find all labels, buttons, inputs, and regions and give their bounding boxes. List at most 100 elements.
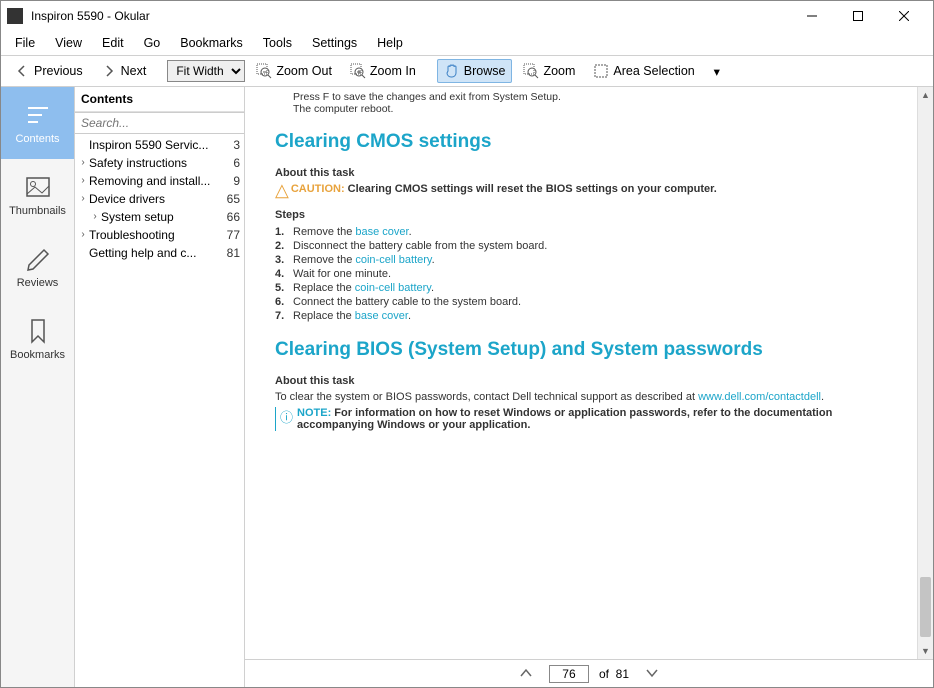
about-task-label: About this task: [275, 167, 895, 179]
zoom-out-button[interactable]: Zoom Out: [249, 59, 339, 83]
close-button[interactable]: [881, 1, 927, 31]
toc-item[interactable]: ›Troubleshooting77: [75, 226, 244, 244]
toc-item-page: 9: [218, 173, 240, 189]
app-icon: [7, 8, 23, 24]
menu-bookmarks[interactable]: Bookmarks: [170, 34, 253, 52]
contents-header: Contents: [75, 87, 244, 112]
rail-bookmarks[interactable]: Bookmarks: [1, 303, 74, 375]
page-down-button[interactable]: [639, 665, 665, 683]
chevron-left-icon: [14, 63, 30, 79]
document-page[interactable]: Press F to save the changes and exit fro…: [245, 87, 917, 659]
menu-help[interactable]: Help: [367, 34, 413, 52]
rail-contents-label: Contents: [15, 133, 59, 145]
expand-icon[interactable]: ›: [77, 173, 89, 189]
toc-item-page: 77: [218, 227, 240, 243]
scroll-up-arrow[interactable]: ▲: [918, 87, 933, 103]
table-of-contents: Inspiron 5590 Servic...3›Safety instruct…: [75, 134, 244, 687]
step-item: Wait for one minute.: [275, 267, 895, 281]
note-text: For information on how to reset Windows …: [297, 407, 832, 431]
rail-contents[interactable]: Contents: [1, 87, 74, 159]
chevron-right-icon: [101, 63, 117, 79]
next-button[interactable]: Next: [94, 59, 154, 83]
menu-go[interactable]: Go: [134, 34, 171, 52]
expand-icon[interactable]: ›: [77, 227, 89, 243]
caution-label: CAUTION:: [291, 183, 345, 195]
previous-label: Previous: [34, 64, 83, 78]
browse-button[interactable]: Browse: [437, 59, 513, 83]
previous-button[interactable]: Previous: [7, 59, 90, 83]
toc-item[interactable]: ›Device drivers65: [75, 190, 244, 208]
toc-item-page: 66: [218, 209, 240, 225]
page-of-label: of 81: [599, 667, 629, 681]
page-up-button[interactable]: [513, 665, 539, 683]
search-input[interactable]: [75, 112, 244, 134]
menu-settings[interactable]: Settings: [302, 34, 367, 52]
window-title: Inspiron 5590 - Okular: [31, 9, 789, 23]
selection-icon: [593, 63, 609, 79]
zoom-fit-select[interactable]: Fit Width: [167, 60, 245, 82]
contactdell-link[interactable]: www.dell.com/contactdell: [698, 391, 821, 403]
toc-item-page: 81: [218, 245, 240, 261]
maximize-button[interactable]: [835, 1, 881, 31]
menu-file[interactable]: File: [5, 34, 45, 52]
document-area: Press F to save the changes and exit fro…: [245, 87, 933, 687]
step-item: Replace the coin-cell battery.: [275, 281, 895, 295]
toc-item-label: Inspiron 5590 Servic...: [89, 137, 218, 153]
toolbar: Previous Next Fit Width Zoom Out Zoom In…: [1, 55, 933, 87]
main: Contents Thumbnails Reviews Bookmarks Co…: [1, 87, 933, 687]
step-item: Remove the coin-cell battery.: [275, 253, 895, 267]
zoom-icon: [523, 63, 539, 79]
page-number-input[interactable]: [549, 665, 589, 683]
vertical-scrollbar[interactable]: ▲ ▼: [917, 87, 933, 659]
toc-item[interactable]: Getting help and c...81: [75, 244, 244, 262]
search-box: [75, 112, 244, 134]
zoom-in-icon: [350, 63, 366, 79]
browse-label: Browse: [464, 64, 506, 78]
expand-icon[interactable]: ›: [77, 191, 89, 207]
area-selection-dropdown[interactable]: ▾: [706, 59, 728, 83]
caution-text: Clearing CMOS settings will reset the BI…: [345, 183, 717, 195]
contents-icon: [24, 101, 52, 129]
doc-link[interactable]: coin-cell battery: [355, 254, 431, 266]
toc-item[interactable]: ›Safety instructions6: [75, 154, 244, 172]
menu-edit[interactable]: Edit: [92, 34, 134, 52]
minimize-button[interactable]: [789, 1, 835, 31]
area-selection-button[interactable]: Area Selection: [586, 59, 701, 83]
rail-thumbnails-label: Thumbnails: [9, 205, 66, 217]
scroll-thumb[interactable]: [920, 577, 931, 637]
toc-item-label: System setup: [101, 209, 218, 225]
zoom-in-button[interactable]: Zoom In: [343, 59, 423, 83]
steps-label: Steps: [275, 209, 895, 221]
toc-item-label: Removing and install...: [89, 173, 218, 189]
chevron-down-icon: ▾: [709, 63, 725, 79]
rail-reviews-label: Reviews: [17, 277, 59, 289]
doc-link[interactable]: coin-cell battery: [355, 282, 431, 294]
steps-list: Remove the base cover.Disconnect the bat…: [275, 225, 895, 323]
scroll-down-arrow[interactable]: ▼: [918, 643, 933, 659]
zoom-tool-button[interactable]: Zoom: [516, 59, 582, 83]
expand-icon[interactable]: ›: [89, 209, 101, 225]
rail-thumbnails[interactable]: Thumbnails: [1, 159, 74, 231]
menu-tools[interactable]: Tools: [253, 34, 302, 52]
toc-item[interactable]: Inspiron 5590 Servic...3: [75, 136, 244, 154]
toc-item[interactable]: ›Removing and install...9: [75, 172, 244, 190]
toc-item-label: Safety instructions: [89, 155, 218, 171]
doc-link[interactable]: base cover: [355, 310, 408, 322]
toc-item-label: Troubleshooting: [89, 227, 218, 243]
bookmarks-icon: [24, 317, 52, 345]
rail-reviews[interactable]: Reviews: [1, 231, 74, 303]
zoom-in-label: Zoom In: [370, 64, 416, 78]
step-item: Connect the battery cable to the system …: [275, 295, 895, 309]
toc-item[interactable]: ›System setup66: [75, 208, 244, 226]
heading-cmos: Clearing CMOS settings: [275, 131, 895, 153]
titlebar: Inspiron 5590 - Okular: [1, 1, 933, 31]
info-icon: ⓘ: [280, 407, 293, 426]
toc-item-label: Device drivers: [89, 191, 218, 207]
note-box: ⓘ NOTE: For information on how to reset …: [275, 407, 895, 431]
toc-item-page: 65: [218, 191, 240, 207]
expand-icon[interactable]: ›: [77, 155, 89, 171]
toc-item-page: 3: [218, 137, 240, 153]
menu-view[interactable]: View: [45, 34, 92, 52]
zoom-out-label: Zoom Out: [276, 64, 332, 78]
doc-link[interactable]: base cover: [355, 226, 408, 238]
